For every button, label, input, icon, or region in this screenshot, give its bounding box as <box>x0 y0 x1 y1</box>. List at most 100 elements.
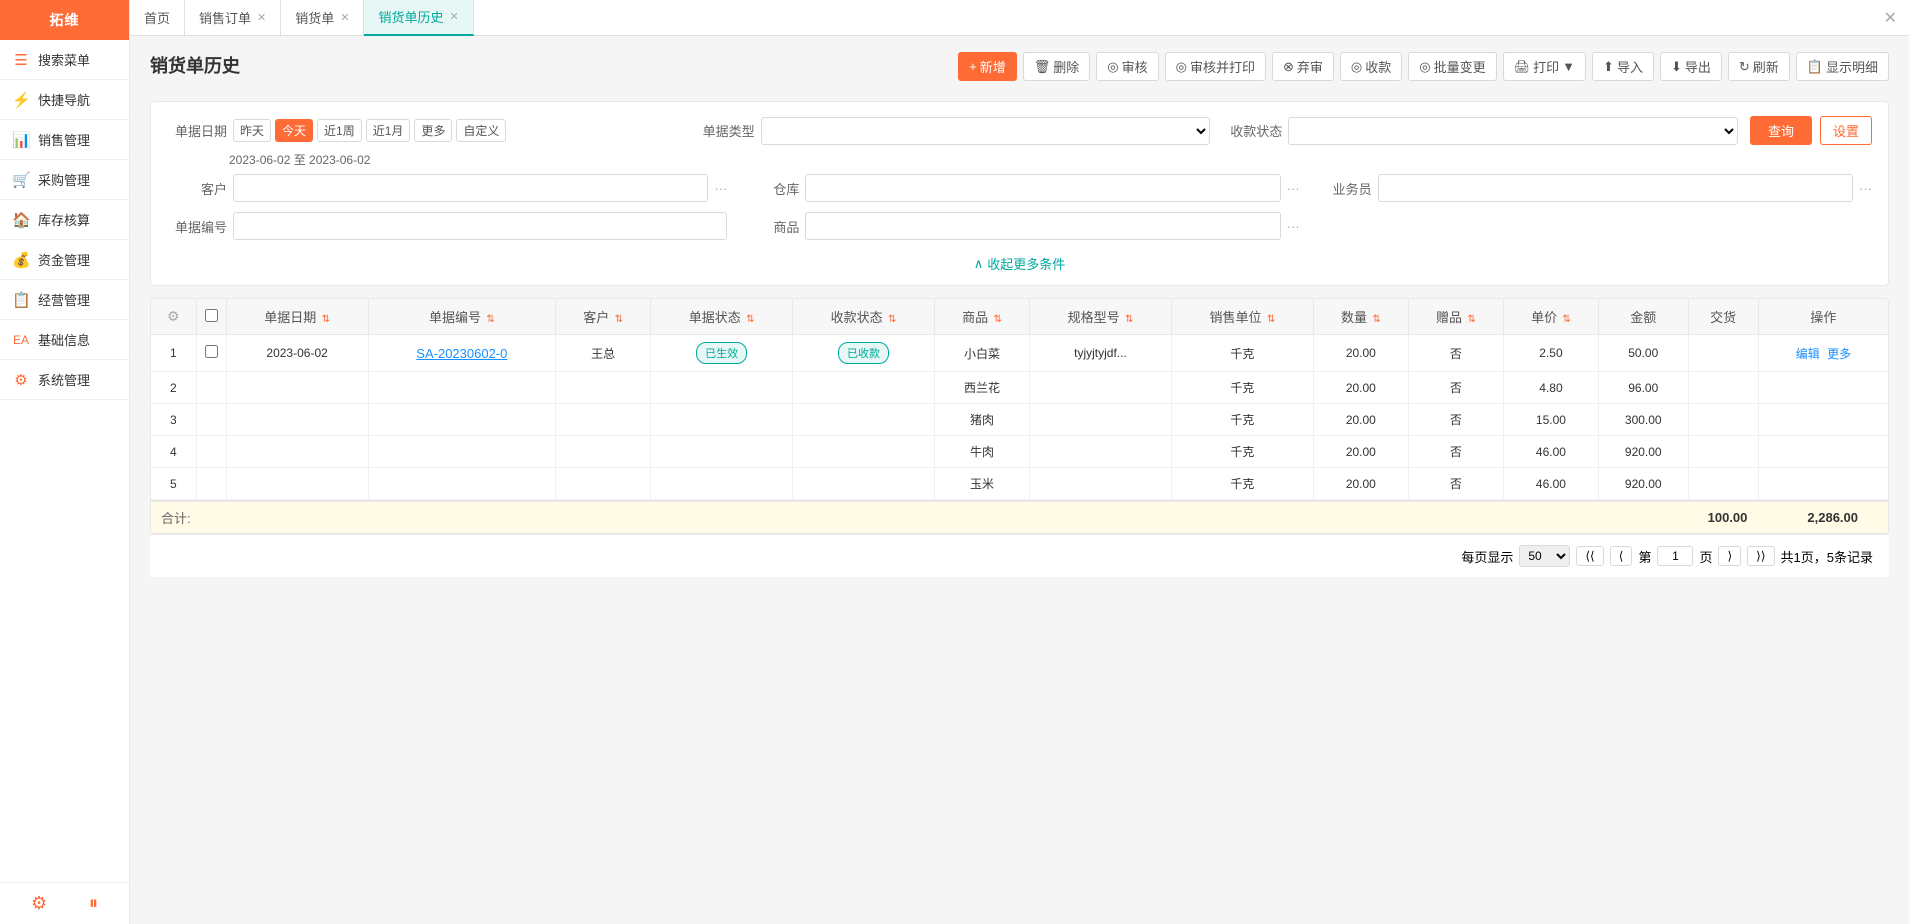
col-spec[interactable]: 规格型号 ⇅ <box>1030 299 1172 335</box>
cell-checkbox[interactable] <box>196 436 226 468</box>
action-link[interactable]: 更多 <box>1827 347 1851 361</box>
date-yesterday[interactable]: 昨天 <box>233 119 271 142</box>
last-page-button[interactable]: ⟩⟩ <box>1747 546 1774 566</box>
col-qty[interactable]: 数量 ⇅ <box>1313 299 1408 335</box>
import-button[interactable]: ⬆ 导入 <box>1592 52 1654 81</box>
date-1month[interactable]: 近1月 <box>366 119 411 142</box>
date-more[interactable]: 更多 <box>414 119 452 142</box>
sidebar-item-sales-mgmt[interactable]: 📊 销售管理 <box>0 120 129 160</box>
col-price-label: 单价 <box>1531 310 1557 325</box>
sidebar: 拓维 ☰ 搜索菜单 ⚡ 快捷导航 📊 销售管理 🛒 采购管理 🏠 库存核算 💰 … <box>0 0 130 924</box>
cell-checkbox[interactable] <box>196 404 226 436</box>
audit-print-button[interactable]: ◎ 审核并打印 <box>1165 52 1266 81</box>
col-price[interactable]: 单价 ⇅ <box>1503 299 1598 335</box>
salesperson-dots-icon[interactable]: ··· <box>1859 181 1872 196</box>
data-table: ⚙ 单据日期 ⇅ 单据编号 ⇅ <box>151 299 1888 500</box>
table-settings-icon[interactable]: ⚙ <box>167 308 180 324</box>
cell-checkbox[interactable] <box>196 468 226 500</box>
sidebar-item-sys-mgmt[interactable]: ⚙ 系统管理 <box>0 360 129 400</box>
sidebar-pause-icon[interactable]: ⏸ <box>89 893 98 914</box>
print-button[interactable]: 🖨 打印 ▼ <box>1503 52 1586 81</box>
next-page-button[interactable]: ⟩ <box>1718 546 1741 566</box>
first-page-button[interactable]: ⟨⟨ <box>1576 546 1603 566</box>
cell-checkbox[interactable] <box>196 372 226 404</box>
window-close-icon[interactable]: ✕ <box>1872 8 1909 28</box>
delete-button[interactable]: 🗑 删除 <box>1023 52 1091 81</box>
date-7days[interactable]: 近1周 <box>317 119 362 142</box>
salesperson-input[interactable] <box>1378 174 1853 202</box>
tab-sales-goods-close[interactable]: ✕ <box>340 11 349 24</box>
export-button[interactable]: ⬇ 导出 <box>1660 52 1722 81</box>
collect-button[interactable]: ◎ 收款 <box>1340 52 1402 81</box>
cell-doc-status: 已生效 <box>651 335 793 372</box>
col-goods[interactable]: 商品 ⇅ <box>934 299 1029 335</box>
doc-no-link[interactable]: SA-20230602-0 <box>416 346 507 361</box>
sidebar-item-quick-nav[interactable]: ⚡ 快捷导航 <box>0 80 129 120</box>
goods-input[interactable] <box>805 212 1280 240</box>
col-doc-date[interactable]: 单据日期 ⇅ <box>226 299 368 335</box>
sidebar-settings-icon[interactable]: ⚙ <box>31 893 47 914</box>
prev-page-button[interactable]: ⟨ <box>1610 546 1633 566</box>
col-doc-no[interactable]: 单据编号 ⇅ <box>368 299 556 335</box>
cell-price: 46.00 <box>1503 436 1598 468</box>
tab-sales-order[interactable]: 销售订单 ✕ <box>185 0 281 36</box>
doc-type-select[interactable] <box>761 117 1211 145</box>
abandon-button[interactable]: ⊗ 弃审 <box>1272 52 1334 81</box>
collapse-label: 收起更多条件 <box>987 254 1065 273</box>
page-number-input[interactable] <box>1657 546 1693 566</box>
cell-doc-status <box>651 372 793 404</box>
table-header-row: ⚙ 单据日期 ⇅ 单据编号 ⇅ <box>151 299 1888 335</box>
goods-dots-icon[interactable]: ··· <box>1287 219 1300 234</box>
date-custom[interactable]: 自定义 <box>456 119 506 142</box>
sidebar-item-operations-mgmt[interactable]: 📋 经营管理 <box>0 280 129 320</box>
refresh-button[interactable]: ↻ 刷新 <box>1728 52 1790 81</box>
quick-nav-icon: ⚡ <box>12 91 30 109</box>
audit-button[interactable]: ◎ 审核 <box>1096 52 1158 81</box>
data-table-wrap: ⚙ 单据日期 ⇅ 单据编号 ⇅ <box>150 298 1889 534</box>
sidebar-item-basic-info[interactable]: EA 基础信息 <box>0 320 129 360</box>
cell-actions <box>1758 404 1888 436</box>
col-payment-status[interactable]: 收款状态 ⇅ <box>793 299 935 335</box>
cell-checkbox[interactable] <box>196 335 226 372</box>
abandon-icon: ⊗ <box>1283 59 1294 75</box>
query-button[interactable]: 查询 <box>1750 116 1812 145</box>
collect-label: 收款 <box>1365 57 1391 76</box>
customer-input[interactable] <box>233 174 708 202</box>
batch-change-button[interactable]: ◎ 批量变更 <box>1408 52 1496 81</box>
collapse-button[interactable]: ∧ 收起更多条件 <box>167 250 1872 277</box>
per-page-select[interactable]: 50 20 100 <box>1519 545 1570 567</box>
cell-price: 15.00 <box>1503 404 1598 436</box>
col-customer[interactable]: 客户 ⇅ <box>556 299 651 335</box>
show-detail-button[interactable]: 📋 显示明细 <box>1796 52 1889 81</box>
col-gear[interactable]: ⚙ <box>151 299 196 335</box>
sidebar-item-capital-mgmt[interactable]: 💰 资金管理 <box>0 240 129 280</box>
settings-button[interactable]: 设置 <box>1820 116 1872 145</box>
payment-status-badge: 已收款 <box>838 342 889 364</box>
cell-actions <box>1758 468 1888 500</box>
tab-sales-history[interactable]: 销货单历史 ✕ <box>364 0 473 36</box>
customer-dots-icon[interactable]: ··· <box>714 181 727 196</box>
tab-sales-goods[interactable]: 销货单 ✕ <box>281 0 364 36</box>
date-today[interactable]: 今天 <box>275 119 313 142</box>
warehouse-input[interactable] <box>805 174 1280 202</box>
tab-home[interactable]: 首页 <box>130 0 185 36</box>
docno-input[interactable] <box>233 212 727 240</box>
action-link[interactable]: 编辑 <box>1796 347 1820 361</box>
cell-actions: 编辑 更多 <box>1758 335 1888 372</box>
sort-icon: ⇅ <box>1267 314 1275 325</box>
warehouse-dots-icon[interactable]: ··· <box>1287 181 1300 196</box>
sidebar-item-search-menu[interactable]: ☰ 搜索菜单 <box>0 40 129 80</box>
col-doc-status[interactable]: 单据状态 ⇅ <box>651 299 793 335</box>
new-button[interactable]: + 新增 <box>958 52 1017 81</box>
col-gift[interactable]: 赠品 ⇅ <box>1408 299 1503 335</box>
col-actions: 操作 <box>1758 299 1888 335</box>
sidebar-item-purchase-mgmt[interactable]: 🛒 采购管理 <box>0 160 129 200</box>
payment-status-select[interactable] <box>1288 117 1738 145</box>
page-label: 第 <box>1638 547 1651 566</box>
col-unit[interactable]: 销售单位 ⇅ <box>1171 299 1313 335</box>
select-all-checkbox[interactable] <box>205 309 218 322</box>
sidebar-item-inventory[interactable]: 🏠 库存核算 <box>0 200 129 240</box>
row-checkbox[interactable] <box>205 345 218 358</box>
tab-sales-order-close[interactable]: ✕ <box>257 11 266 24</box>
tab-sales-history-close[interactable]: ✕ <box>450 10 459 23</box>
